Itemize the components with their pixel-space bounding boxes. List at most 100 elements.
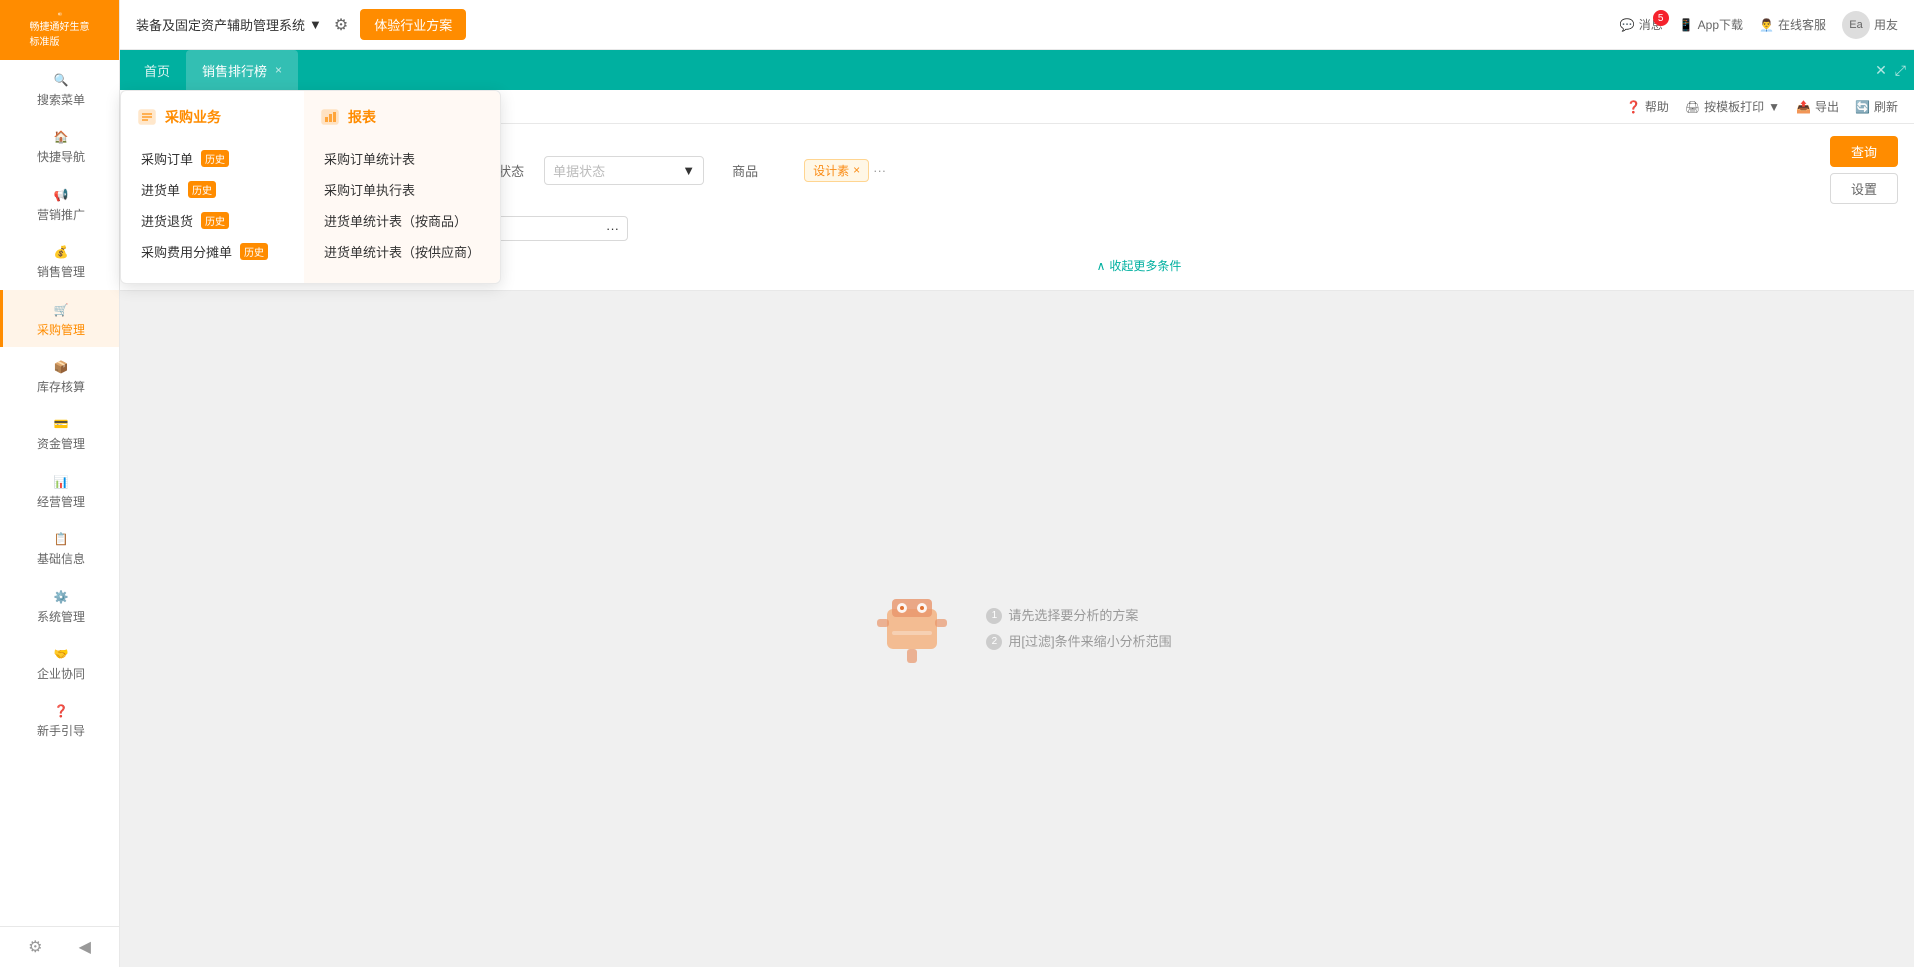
empty-illustration [862,579,962,679]
query-button[interactable]: 查询 [1830,136,1898,167]
sidebar-label-sales: 销售管理 [37,265,85,279]
dropdown-item-po-execution[interactable]: 采购订单执行表 [320,174,484,205]
reports-section-title-text: 报表 [348,107,376,127]
export-icon: 📤 [1796,100,1811,114]
sidebar-item-system[interactable]: ⚙️ 系统管理 [0,577,119,634]
collapse-sidebar-icon[interactable]: ◀ [79,937,91,957]
sidebar-item-search[interactable]: 🔍 搜索菜单 [0,60,119,117]
dropdown-item-po-stats[interactable]: 采购订单统计表 [320,143,484,174]
help-toolbar-item[interactable]: ❓ 帮助 [1626,98,1669,115]
template-print-label: 按模板打印 [1704,98,1764,115]
goods-filter-area: 设计素 × ··· [804,159,886,182]
app-download-icon: 📱 [1679,18,1694,32]
goods-return-label: 进货退货 [141,211,193,230]
industry-solution-button[interactable]: 体验行业方案 [360,9,466,40]
receipt-by-supplier-label: 进货单统计表（按供应商） [324,242,480,261]
tip-num-1: 1 [986,608,1002,624]
goods-filter-label: 商品 [732,161,792,180]
purchase-section-icon [137,107,157,127]
message-icon: 💬 [1620,18,1635,32]
sidebar-label-capital: 资金管理 [37,437,85,451]
sidebar-item-basic-info[interactable]: 📋 基础信息 [0,519,119,576]
sidebar-label-system: 系统管理 [37,610,85,624]
sidebar-item-cooperation[interactable]: 🤝 企业协同 [0,634,119,691]
sidebar-item-sales[interactable]: 💰 销售管理 [0,232,119,289]
sidebar-item-operation[interactable]: 📊 经营管理 [0,462,119,519]
sidebar-label-cooperation: 企业协同 [37,667,85,681]
tabbar-icons: ✕ ⤢ [1875,62,1906,79]
sidebar-item-inventory[interactable]: 📦 库存核算 [0,347,119,404]
tab-home-label: 首页 [144,61,170,80]
refresh-toolbar-item[interactable]: 🔄 刷新 [1855,98,1898,115]
dropdown-item-receipt-by-supplier[interactable]: 进货单统计表（按供应商） [320,236,484,267]
user-item[interactable]: Ea 用友 [1842,11,1898,39]
po-execution-label: 采购订单执行表 [324,180,415,199]
system-icon: ⚙️ [51,587,71,607]
sidebar: 6 畅捷通好生意 标准版 🔍 搜索菜单 🏠 快捷导航 📢 营销推广 💰 销售管理… [0,0,120,967]
goods-return-history-badge: 历史 [201,212,229,229]
sales-icon: 💰 [51,242,71,262]
capital-icon: 💳 [51,414,71,434]
empty-tips: 1 请先选择要分析的方案 2 用[过滤]条件来缩小分析范围 [986,603,1171,655]
guide-icon: ❓ [51,701,71,721]
logo-icon: 6 [42,12,78,16]
message-badge: 5 [1653,10,1669,26]
tip-item-1: 1 请先选择要分析的方案 [986,603,1171,629]
tab-close-icon[interactable]: × [275,63,282,77]
doc-status-select[interactable]: 单据状态 ▼ [544,156,704,185]
dropdown-item-purchase-expense[interactable]: 采购费用分摊单 历史 [137,236,272,267]
dropdown-item-goods-receipt[interactable]: 进货单 历史 [137,174,272,205]
sidebar-item-capital[interactable]: 💳 资金管理 [0,404,119,461]
cooperation-icon: 🤝 [51,644,71,664]
tab-sales-ranking[interactable]: 销售排行榜 × [186,50,298,90]
sidebar-label-inventory: 库存核算 [37,380,85,394]
dropdown-section-reports: 报表 采购订单统计表 采购订单执行表 进货单统计表（按商品） 进货单统计表（按供… [304,91,500,283]
tip-text-2: 用[过滤]条件来缩小分析范围 [1008,629,1171,655]
basic-info-icon: 📋 [51,529,71,549]
purchase-section-title-text: 采购业务 [165,107,221,127]
sidebar-nav: 🔍 搜索菜单 🏠 快捷导航 📢 营销推广 💰 销售管理 🛒 采购管理 📦 库存核… [0,60,119,926]
collapse-button[interactable]: ∧ 收起更多条件 [1097,257,1182,274]
goods-tag-close-icon[interactable]: × [853,163,860,177]
purchase-dropdown-menu: 采购业务 采购订单 历史 进货单 历史 进货退货 历史 采购费用分摊单 历史 [120,90,501,284]
online-service-label: 在线客服 [1778,16,1826,33]
template-print-toolbar-item[interactable]: 🖨 按模板打印 ▼ [1685,98,1780,115]
sidebar-item-marketing[interactable]: 📢 营销推广 [0,175,119,232]
goods-more-ellipsis[interactable]: ··· [873,163,886,178]
window-close-icon[interactable]: ✕ [1875,62,1887,79]
tab-home[interactable]: 首页 [128,50,186,90]
gear-icon[interactable]: ⚙ [334,15,348,35]
settings-bottom-icon[interactable]: ⚙ [28,937,42,957]
home-icon: 🏠 [51,127,71,147]
doc-status-chevron-icon: ▼ [682,163,695,178]
messages-item[interactable]: 💬 消息 5 [1620,16,1663,33]
system-name-dropdown[interactable]: 装备及固定资产辅助管理系统 ▼ [136,15,322,34]
salesperson-ellipsis: ··· [606,221,619,236]
print-icon: 🖨 [1685,100,1700,114]
avatar: Ea [1842,11,1870,39]
sidebar-item-quick-nav[interactable]: 🏠 快捷导航 [0,117,119,174]
dropdown-section-purchase: 采购业务 采购订单 历史 进货单 历史 进货退货 历史 采购费用分摊单 历史 [137,107,272,267]
online-service-item[interactable]: 👨‍💼 在线客服 [1759,16,1826,33]
sidebar-item-purchase[interactable]: 🛒 采购管理 [0,290,119,347]
sidebar-label-basic-info: 基础信息 [37,552,85,566]
dropdown-item-purchase-order[interactable]: 采购订单 历史 [137,143,272,174]
dropdown-item-goods-return[interactable]: 进货退货 历史 [137,205,272,236]
dropdown-item-receipt-by-goods[interactable]: 进货单统计表（按商品） [320,205,484,236]
settings-button[interactable]: 设置 [1830,173,1898,204]
app-download-label: App下载 [1698,16,1743,33]
operation-icon: 📊 [51,472,71,492]
purchase-order-history-badge: 历史 [201,150,229,167]
refresh-icon: 🔄 [1855,100,1870,114]
sidebar-label-quick-nav: 快捷导航 [37,150,85,164]
filter-actions: 查询 设置 [1830,136,1898,204]
collapse-chevron-icon: ∧ [1097,259,1106,273]
goods-tag[interactable]: 设计素 × [804,159,869,182]
topbar: 装备及固定资产辅助管理系统 ▼ ⚙ 体验行业方案 💬 消息 5 📱 App下载 … [120,0,1914,50]
export-toolbar-item[interactable]: 📤 导出 [1796,98,1839,115]
window-maximize-icon[interactable]: ⤢ [1895,62,1906,79]
app-download-item[interactable]: 📱 App下载 [1679,16,1743,33]
collapse-label: 收起更多条件 [1109,257,1181,274]
sidebar-item-guide[interactable]: ❓ 新手引导 [0,691,119,748]
tab-sales-ranking-label: 销售排行榜 [202,61,267,80]
